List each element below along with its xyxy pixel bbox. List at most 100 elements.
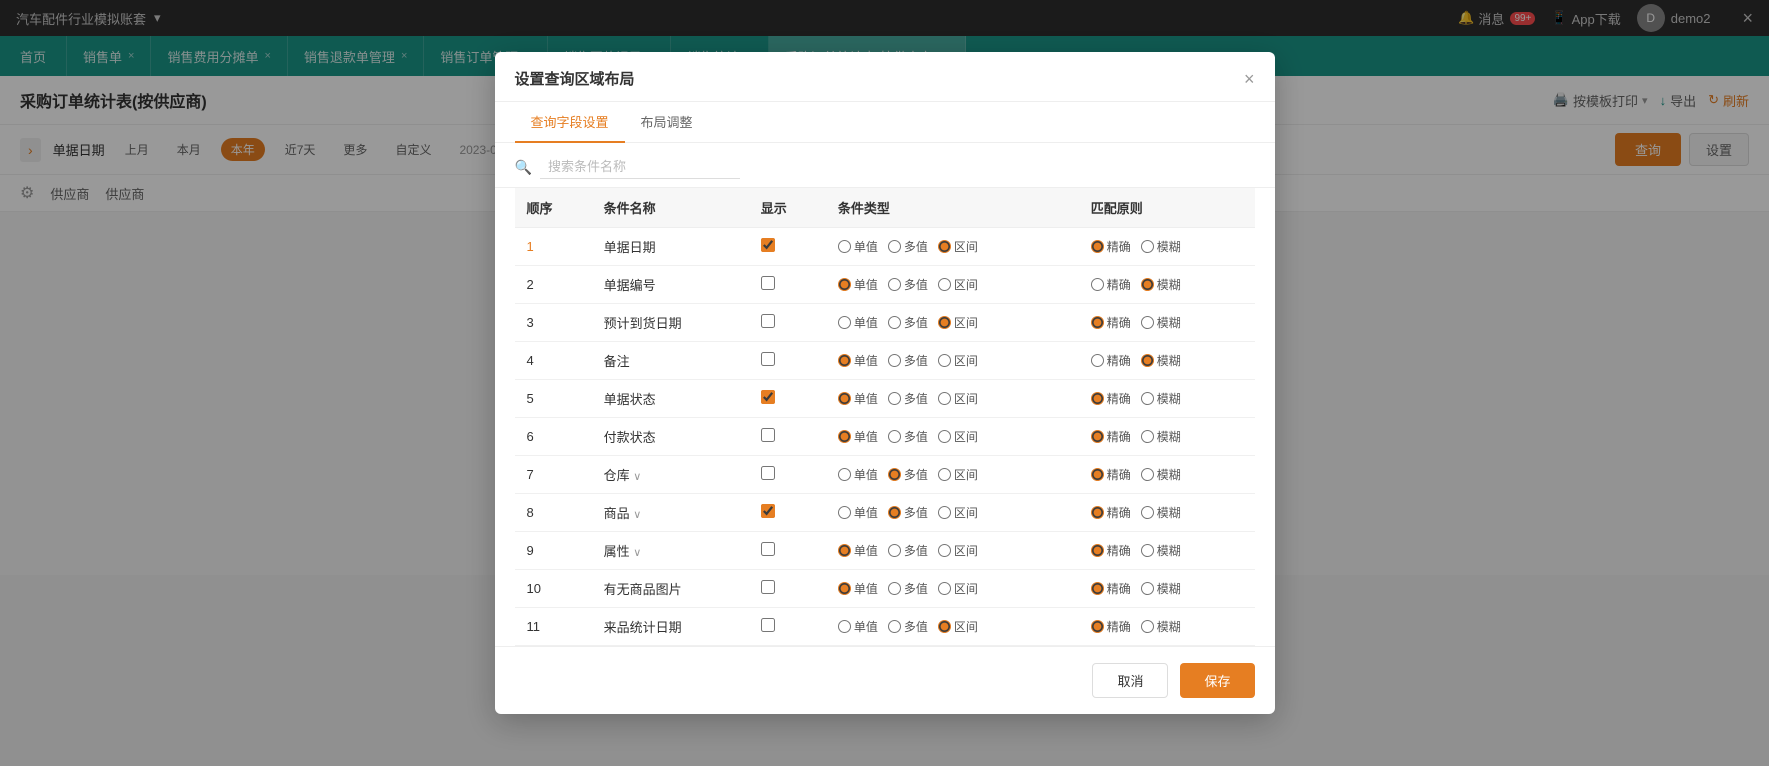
type-radio-多值[interactable]: 多值 [888,580,928,597]
type-radio-区间[interactable]: 区间 [938,580,978,597]
show-checkbox[interactable] [761,238,775,252]
type-radio-多值[interactable]: 多值 [888,314,928,331]
row-show-checkbox-cell[interactable] [749,418,826,456]
row-order: 10 [515,570,592,608]
type-radio-单值[interactable]: 单值 [838,618,878,635]
type-radio-区间[interactable]: 区间 [938,238,978,255]
type-radio-单值[interactable]: 单值 [838,428,878,445]
show-checkbox[interactable] [761,580,775,594]
modal-tab-field-settings-label: 查询字段设置 [531,115,609,130]
type-radio-多值[interactable]: 多值 [888,428,928,445]
match-radio-模糊[interactable]: 模糊 [1141,390,1181,407]
type-radio-单值[interactable]: 单值 [838,466,878,483]
match-radio-模糊[interactable]: 模糊 [1141,542,1181,559]
type-radio-多值[interactable]: 多值 [888,390,928,407]
modal-tab-field-settings[interactable]: 查询字段设置 [515,102,625,143]
type-radio-单值[interactable]: 单值 [838,504,878,521]
match-radio-精确[interactable]: 精确 [1091,466,1131,483]
type-radio-多值[interactable]: 多值 [888,466,928,483]
search-input[interactable] [540,155,740,179]
type-radio-单值[interactable]: 单值 [838,390,878,407]
row-match-cell: 精确模糊 [1079,266,1255,304]
row-match-cell: 精确模糊 [1079,418,1255,456]
type-radio-区间[interactable]: 区间 [938,276,978,293]
match-radio-精确[interactable]: 精确 [1091,390,1131,407]
row-order: 3 [515,304,592,342]
match-radio-模糊[interactable]: 模糊 [1141,618,1181,635]
row-type-cell: 单值多值区间 [826,342,1079,380]
type-radio-区间[interactable]: 区间 [938,618,978,635]
match-radio-精确[interactable]: 精确 [1091,618,1131,635]
match-radio-精确[interactable]: 精确 [1091,238,1131,255]
row-show-checkbox-cell[interactable] [749,228,826,266]
show-checkbox[interactable] [761,542,775,556]
type-radio-区间[interactable]: 区间 [938,314,978,331]
type-radio-区间[interactable]: 区间 [938,542,978,559]
match-radio-模糊[interactable]: 模糊 [1141,580,1181,597]
match-radio-精确[interactable]: 精确 [1091,352,1131,369]
match-radio-模糊[interactable]: 模糊 [1141,314,1181,331]
row-show-checkbox-cell[interactable] [749,380,826,418]
match-radio-模糊[interactable]: 模糊 [1141,276,1181,293]
save-button[interactable]: 保存 [1180,663,1254,698]
modal-tab-layout[interactable]: 布局调整 [625,102,709,143]
type-radio-多值[interactable]: 多值 [888,352,928,369]
row-show-checkbox-cell[interactable] [749,570,826,608]
show-checkbox[interactable] [761,352,775,366]
show-checkbox[interactable] [761,466,775,480]
row-show-checkbox-cell[interactable] [749,608,826,646]
row-condition-name: 单据日期 [592,228,749,266]
show-checkbox[interactable] [761,504,775,518]
table-row: 9属性 ∨单值多值区间精确模糊 [515,532,1255,570]
type-radio-多值[interactable]: 多值 [888,618,928,635]
show-checkbox[interactable] [761,390,775,404]
match-radio-group: 精确模糊 [1091,276,1243,293]
row-show-checkbox-cell[interactable] [749,342,826,380]
type-radio-单值[interactable]: 单值 [838,580,878,597]
type-radio-区间[interactable]: 区间 [938,504,978,521]
type-radio-多值[interactable]: 多值 [888,542,928,559]
row-show-checkbox-cell[interactable] [749,266,826,304]
type-radio-多值[interactable]: 多值 [888,504,928,521]
match-radio-精确[interactable]: 精确 [1091,314,1131,331]
match-radio-模糊[interactable]: 模糊 [1141,504,1181,521]
match-radio-模糊[interactable]: 模糊 [1141,238,1181,255]
match-radio-group: 精确模糊 [1091,238,1243,255]
row-show-checkbox-cell[interactable] [749,532,826,570]
type-radio-多值[interactable]: 多值 [888,276,928,293]
type-radio-单值[interactable]: 单值 [838,542,878,559]
type-radio-group: 单值多值区间 [838,390,1067,407]
modal-close-button[interactable]: × [1244,70,1255,88]
match-radio-group: 精确模糊 [1091,428,1243,445]
match-radio-精确[interactable]: 精确 [1091,542,1131,559]
show-checkbox[interactable] [761,428,775,442]
match-radio-精确[interactable]: 精确 [1091,428,1131,445]
row-show-checkbox-cell[interactable] [749,456,826,494]
type-radio-多值[interactable]: 多值 [888,238,928,255]
type-radio-单值[interactable]: 单值 [838,314,878,331]
modal-title: 设置查询区域布局 [515,68,635,89]
type-radio-区间[interactable]: 区间 [938,428,978,445]
show-checkbox[interactable] [761,276,775,290]
type-radio-单值[interactable]: 单值 [838,276,878,293]
modal-table: 顺序 条件名称 显示 条件类型 匹配原则 1单据日期单值多值区间精确模糊2单据编… [515,188,1255,646]
match-radio-模糊[interactable]: 模糊 [1141,352,1181,369]
type-radio-单值[interactable]: 单值 [838,352,878,369]
match-radio-精确[interactable]: 精确 [1091,276,1131,293]
type-radio-group: 单值多值区间 [838,504,1067,521]
match-radio-精确[interactable]: 精确 [1091,580,1131,597]
match-radio-精确[interactable]: 精确 [1091,504,1131,521]
cancel-button[interactable]: 取消 [1092,663,1168,698]
type-radio-单值[interactable]: 单值 [838,238,878,255]
modal-footer: 取消 保存 [495,646,1275,714]
type-radio-区间[interactable]: 区间 [938,352,978,369]
type-radio-区间[interactable]: 区间 [938,466,978,483]
show-checkbox[interactable] [761,618,775,632]
row-show-checkbox-cell[interactable] [749,304,826,342]
row-show-checkbox-cell[interactable] [749,494,826,532]
show-checkbox[interactable] [761,314,775,328]
match-radio-模糊[interactable]: 模糊 [1141,428,1181,445]
type-radio-区间[interactable]: 区间 [938,390,978,407]
modal-overlay: 设置查询区域布局 × 查询字段设置 布局调整 🔍 顺序 条件名称 [0,0,1769,766]
match-radio-模糊[interactable]: 模糊 [1141,466,1181,483]
